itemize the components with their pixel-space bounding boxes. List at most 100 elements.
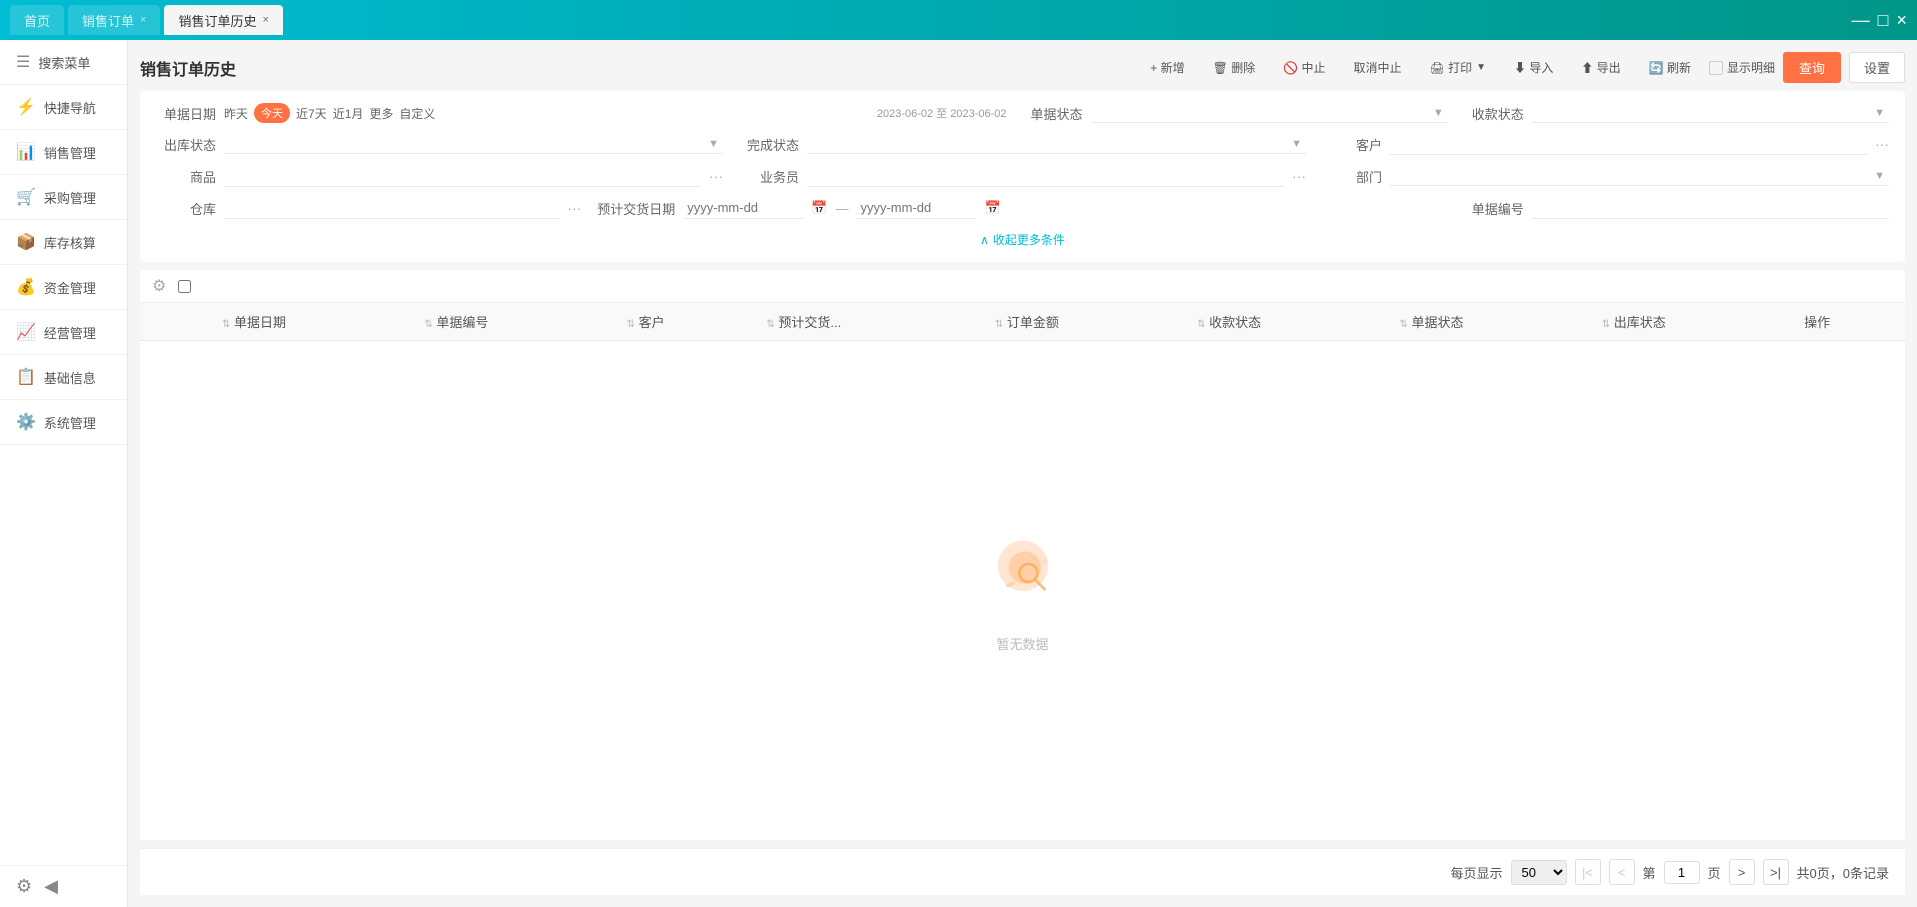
sidebar-item-label: 销售管理 bbox=[44, 143, 96, 162]
filter-row-2: 出库状态 ▼ 完成状态 ▼ 客户 bbox=[156, 133, 1889, 155]
basic-info-icon: 📋 bbox=[16, 367, 36, 387]
close-btn[interactable]: × bbox=[1896, 10, 1907, 31]
order-status-select[interactable]: ▼ bbox=[1091, 104, 1448, 123]
customer-more-icon[interactable]: ··· bbox=[1875, 136, 1889, 152]
sidebar-item-label: 采购管理 bbox=[44, 188, 96, 207]
show-detail-checkbox[interactable] bbox=[1709, 61, 1723, 75]
th-delivery-status[interactable]: ⇅ 出库状态 bbox=[1592, 303, 1794, 341]
sidebar-item-operation[interactable]: 📈 经营管理 bbox=[0, 310, 127, 355]
delete-button[interactable]: 🗑 删除 bbox=[1203, 55, 1266, 80]
tab-home[interactable]: 首页 bbox=[10, 5, 64, 35]
filter-expected-delivery: 预计交货日期 📅 — 📅 bbox=[597, 197, 1448, 219]
export-button[interactable]: ⬆ 导出 bbox=[1571, 55, 1630, 80]
salesperson-input[interactable] bbox=[807, 165, 1284, 187]
sidebar-item-sales-mgmt[interactable]: 📊 销售管理 bbox=[0, 130, 127, 175]
tab-close-history[interactable]: × bbox=[262, 14, 268, 26]
page-number-input[interactable] bbox=[1664, 861, 1700, 884]
date-separator: — bbox=[835, 201, 848, 216]
sidebar-item-search-menu[interactable]: ☰ 搜索菜单 bbox=[0, 40, 127, 85]
sidebar-item-system-mgmt[interactable]: ⚙️ 系统管理 bbox=[0, 400, 127, 445]
order-status-label: 单据状态 bbox=[1023, 104, 1083, 123]
sidebar-item-finance[interactable]: 💰 资金管理 bbox=[0, 265, 127, 310]
maximize-btn[interactable]: □ bbox=[1878, 10, 1889, 31]
th-date-sort-icon: ⇅ bbox=[222, 319, 230, 330]
salesperson-more-icon[interactable]: ··· bbox=[1292, 168, 1306, 184]
print-button[interactable]: 🖨 打印 ▼ bbox=[1420, 55, 1496, 80]
sidebar-item-inventory[interactable]: 📦 库存核算 bbox=[0, 220, 127, 265]
complete-chevron: ▼ bbox=[1291, 138, 1302, 150]
date-option-more[interactable]: 更多 bbox=[369, 105, 393, 122]
calendar-icon-to[interactable]: 📅 bbox=[984, 200, 1000, 216]
date-range-value: 2023-06-02 至 2023-06-02 bbox=[877, 105, 1007, 121]
table-settings-icon[interactable]: ⚙ bbox=[152, 276, 166, 296]
complete-status-select[interactable]: ▼ bbox=[807, 135, 1306, 154]
sidebar-item-quick-nav[interactable]: ⚡ 快捷导航 bbox=[0, 85, 127, 130]
tab-close-sales-order[interactable]: × bbox=[140, 14, 146, 26]
per-page-select[interactable]: 50 10 20 100 bbox=[1511, 860, 1567, 885]
collapse-row[interactable]: ∧ 收起更多条件 bbox=[156, 229, 1889, 250]
th-amount-sort-icon: ⇅ bbox=[995, 319, 1003, 330]
cancel-stop-button[interactable]: 取消中止 bbox=[1343, 55, 1411, 80]
th-expected-sort-icon: ⇅ bbox=[766, 319, 774, 330]
th-expected[interactable]: ⇅ 预计交货... bbox=[756, 303, 984, 341]
data-table: ⇅ 单据日期 ⇅ 单据编号 ⇅ 客户 bbox=[140, 303, 1905, 341]
select-all-checkbox[interactable] bbox=[178, 280, 191, 293]
date-option-yesterday[interactable]: 昨天 bbox=[224, 105, 248, 122]
th-order-status[interactable]: ⇅ 单据状态 bbox=[1389, 303, 1591, 341]
goods-more-icon[interactable]: ··· bbox=[709, 168, 723, 184]
finance-icon: 💰 bbox=[16, 277, 36, 297]
sidebar-collapse-icon[interactable]: ◀ bbox=[44, 876, 58, 897]
th-amount[interactable]: ⇅ 订单金额 bbox=[985, 303, 1187, 341]
th-delivery-sort-icon: ⇅ bbox=[1602, 319, 1610, 330]
new-button[interactable]: + 新增 bbox=[1140, 55, 1194, 80]
th-customer[interactable]: ⇅ 客户 bbox=[617, 303, 757, 341]
date-option-1month[interactable]: 近1月 bbox=[333, 105, 364, 122]
last-page-btn[interactable]: >| bbox=[1763, 859, 1789, 885]
empty-state: 暂无数据 bbox=[140, 341, 1905, 840]
order-number-label: 单据编号 bbox=[1464, 199, 1524, 218]
show-detail-label[interactable]: 显示明细 bbox=[1709, 59, 1775, 76]
date-option-custom[interactable]: 自定义 bbox=[399, 105, 435, 122]
delivery-date-from[interactable] bbox=[683, 197, 803, 219]
filter-department: 部门 ▼ bbox=[1322, 167, 1889, 186]
first-page-btn[interactable]: |< bbox=[1575, 859, 1601, 885]
query-button[interactable]: 查询 bbox=[1783, 52, 1841, 83]
settings-button[interactable]: 设置 bbox=[1849, 52, 1905, 83]
goods-label: 商品 bbox=[156, 167, 216, 186]
minimize-btn[interactable]: — bbox=[1852, 10, 1870, 31]
delivery-status-select[interactable]: ▼ bbox=[224, 135, 723, 154]
delivery-status-label: 出库状态 bbox=[156, 135, 216, 154]
delivery-date-to[interactable] bbox=[856, 197, 976, 219]
page-suffix-label: 页 bbox=[1708, 863, 1721, 882]
import-button[interactable]: ⬇ 导入 bbox=[1504, 55, 1563, 80]
inventory-icon: 📦 bbox=[16, 232, 36, 252]
goods-input[interactable] bbox=[224, 165, 701, 187]
per-page-label: 每页显示 bbox=[1450, 863, 1502, 882]
payment-status-select[interactable]: ▼ bbox=[1532, 104, 1889, 123]
filter-warehouse: 仓库 ··· bbox=[156, 197, 581, 219]
tab-sales-order-history[interactable]: 销售订单历史 × bbox=[164, 5, 282, 35]
customer-input[interactable] bbox=[1390, 133, 1867, 155]
sidebar-item-basic-info[interactable]: 📋 基础信息 bbox=[0, 355, 127, 400]
sidebar: ☰ 搜索菜单 ⚡ 快捷导航 📊 销售管理 🛒 采购管理 📦 库存核算 💰 资金管… bbox=[0, 40, 128, 907]
warehouse-input[interactable] bbox=[224, 197, 559, 219]
calendar-icon-from[interactable]: 📅 bbox=[811, 200, 827, 216]
date-option-7days[interactable]: 近7天 bbox=[296, 105, 327, 122]
order-number-input[interactable] bbox=[1532, 197, 1889, 219]
tab-sales-order[interactable]: 销售订单 × bbox=[68, 5, 160, 35]
next-page-btn[interactable]: > bbox=[1729, 859, 1755, 885]
department-select[interactable]: ▼ bbox=[1390, 167, 1889, 186]
warehouse-more-icon[interactable]: ··· bbox=[567, 200, 581, 216]
stop-button[interactable]: 🚫 中止 bbox=[1273, 55, 1335, 80]
sidebar-item-purchase-mgmt[interactable]: 🛒 采购管理 bbox=[0, 175, 127, 220]
refresh-button[interactable]: 🔄 刷新 bbox=[1639, 55, 1701, 80]
th-payment-status[interactable]: ⇅ 收款状态 bbox=[1187, 303, 1389, 341]
collapse-up-icon: ∧ bbox=[980, 233, 989, 247]
prev-page-btn[interactable]: < bbox=[1609, 859, 1635, 885]
date-option-today[interactable]: 今天 bbox=[254, 103, 290, 123]
sidebar-item-label: 系统管理 bbox=[44, 413, 96, 432]
th-number[interactable]: ⇅ 单据编号 bbox=[414, 303, 616, 341]
th-date[interactable]: ⇅ 单据日期 bbox=[212, 303, 414, 341]
sidebar-settings-icon[interactable]: ⚙ bbox=[16, 876, 32, 897]
complete-status-label: 完成状态 bbox=[739, 135, 799, 154]
